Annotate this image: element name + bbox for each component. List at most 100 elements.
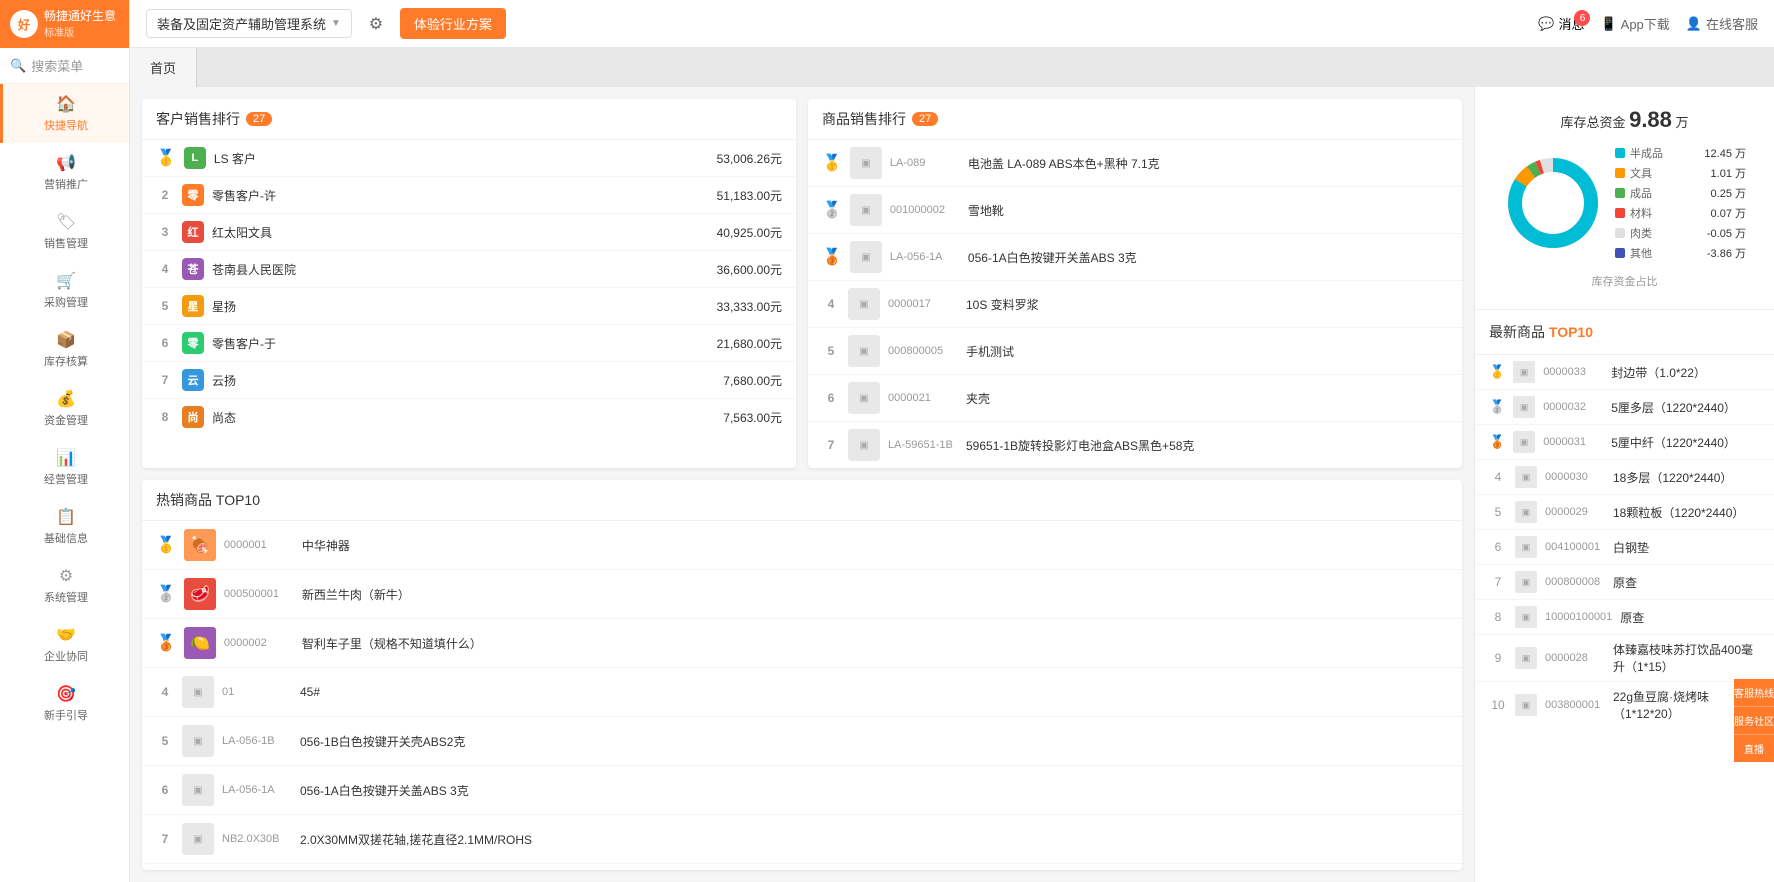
product-name: 电池盖 LA-089 ABS本色+黑种 7.1克 [968,155,1448,172]
product-name: 18颗粒板（1220*2440） [1613,504,1760,521]
rankings-row: 客户销售排行 27 🥇 L LS 客户 53,006.26元 2 零 零售客户-… [142,99,1462,468]
rank-number: 2 [156,188,174,202]
online-service-button[interactable]: 👤 在线客服 [1686,14,1758,33]
medal-icon: 🥇 [822,153,842,173]
hot-product-row: 5 ▣ LA-056-1B 056-1B白色按键开关壳ABS2克 [142,717,1462,766]
product-name: 5厘中纤（1220*2440） [1611,434,1760,451]
product-code: 0000030 [1545,471,1605,483]
product-ranking-table: 🥇 ▣ LA-089 电池盖 LA-089 ABS本色+黑种 7.1克 🥈 ▣ … [808,140,1462,468]
product-code: 0000029 [1545,506,1605,518]
hot-product-row: 🥉 🍋 0000002 智利车子里（规格不知道填什么） [142,619,1462,668]
notification-button[interactable]: 💬 消息 6 [1538,14,1584,33]
sidebar-logo: 好 畅捷通好生意 标准版 [0,0,129,48]
inventory-section: 库存总资金 9.88 万 [1475,87,1774,310]
right-panel: 库存总资金 9.88 万 [1474,87,1774,882]
logo-text: 畅捷通好生意 标准版 [44,9,116,40]
float-button[interactable]: 服务社区 [1734,707,1774,735]
legend-color [1615,228,1625,238]
customer-ranking-row: 3 红 红太阳文具 40,925.00元 [142,214,796,251]
product-code: LA-59651-1B [888,439,958,451]
left-panel: 客户销售排行 27 🥇 L LS 客户 53,006.26元 2 零 零售客户-… [130,87,1474,882]
customer-ranking-header: 客户销售排行 27 [142,99,796,140]
product-name: 雪地靴 [968,202,1448,219]
legend-item: 其他 -3.86 万 [1615,245,1746,261]
system-title: 装备及固定资产辅助管理系统 [157,14,326,33]
product-name: 45# [300,685,1448,699]
app-download-label: App下载 [1621,14,1670,33]
float-button[interactable]: 客服热线 [1734,679,1774,707]
topbar: 装备及固定资产辅助管理系统 ▼ ⚙ 体验行业方案 💬 消息 6 📱 App下载 … [130,0,1774,48]
sidebar-item-sales[interactable]: 🏷 销售管理 [0,202,129,261]
product-code: LA-056-1A [890,251,960,263]
customer-name: 星扬 [212,298,709,315]
new-products-list: 🥇 ▣ 0000033 封边带（1.0*22） 🥈 ▣ 0000032 5厘多层… [1475,355,1774,728]
sidebar-item-purchase[interactable]: 🛒 采购管理 [0,261,129,320]
rank-number: 4 [156,685,174,699]
notification-badge: 6 [1574,10,1590,26]
customer-name: 零售客户-于 [212,335,709,352]
product-code: NB2.0X30B [222,833,292,845]
sidebar-item-operation[interactable]: 📊 经营管理 [0,438,129,497]
float-button[interactable]: 直播 [1734,735,1774,762]
new-product-row: 10 ▣ 003800001 22g鱼豆腐·烧烤味（1*12*20） [1475,682,1774,728]
service-icon: 👤 [1686,16,1702,32]
product-code: 003800001 [1545,699,1605,711]
rank-number: 6 [822,391,840,405]
product-img: ▣ [848,429,880,461]
sidebar-item-coop[interactable]: 🤝 企业协同 [0,615,129,674]
new-products-badge: TOP10 [1549,324,1593,340]
product-name: 18多层（1220*2440） [1613,469,1760,486]
product-name: 手机测试 [966,343,1448,360]
product-image: ▣ [182,676,214,708]
new-product-row: 6 ▣ 004100001 白钢垫 [1475,530,1774,565]
legend-item: 材料 0.07 万 [1615,205,1746,221]
medal-icon: 🥈 [822,200,842,220]
system-select[interactable]: 装备及固定资产辅助管理系统 ▼ [146,9,352,38]
sidebar-item-quicknav[interactable]: 🏠 快捷导航 [0,84,129,143]
product-code: 0000032 [1543,401,1603,413]
customer-ranking-row: 6 零 零售客户-于 21,680.00元 [142,325,796,362]
product-image: ▣ [1515,466,1537,488]
sidebar-item-system[interactable]: ⚙ 系统管理 [0,556,129,615]
customer-ranking-title: 客户销售排行 [156,109,240,129]
product-image: ▣ [1515,647,1537,669]
purchase-label: 采购管理 [44,294,88,310]
customer-amount: 7,563.00元 [723,409,782,426]
sidebar-search[interactable]: 🔍 搜索菜单 [0,48,129,84]
customer-ranking-row: 2 零 零售客户-许 51,183.00元 [142,177,796,214]
product-ranking-card: 商品销售排行 27 🥇 ▣ LA-089 电池盖 LA-089 ABS本色+黑种… [808,99,1462,468]
product-code: 0000033 [1543,366,1603,378]
product-name: 056-1B白色按键开关壳ABS2克 [300,733,1448,750]
app-badge: 标准版 [44,24,116,39]
sidebar-item-finance[interactable]: 💰 资金管理 [0,379,129,438]
tab-home[interactable]: 首页 [130,48,197,87]
product-name: 新西兰牛肉（新牛） [302,586,1448,603]
rank-number: 8 [156,410,174,424]
rank-number: 10 [1489,698,1507,712]
product-name: 封边带（1.0*22） [1611,364,1760,381]
hot-product-row: 🥇 🍖 0000001 中华神器 [142,521,1462,570]
sidebar-item-basic[interactable]: 📋 基础信息 [0,497,129,556]
new-products-title: 最新商品 TOP10 [1489,322,1760,342]
product-img: ▣ [850,147,882,179]
medal-icon: 🥉 [822,247,842,267]
sidebar-item-guide[interactable]: 🎯 新手引导 [0,674,129,733]
rank-number: 6 [156,783,174,797]
product-image: ▣ [182,725,214,757]
product-code: 0000002 [224,637,294,649]
legend-name: 肉类 [1630,225,1686,241]
legend-item: 成品 0.25 万 [1615,185,1746,201]
customer-name: 云扬 [212,372,715,389]
new-products-section: 最新商品 TOP10 [1475,310,1774,355]
product-name: 056-1A白色按键开关盖ABS 3克 [300,782,1448,799]
settings-button[interactable]: ⚙ [362,10,390,38]
product-name: 白钢垫 [1613,539,1760,556]
trial-button[interactable]: 体验行业方案 [400,8,506,39]
app-download-button[interactable]: 📱 App下载 [1600,14,1669,33]
rank-badge: 星 [182,295,204,317]
sidebar-item-marketing[interactable]: 📢 营销推广 [0,143,129,202]
sidebar-item-inventory[interactable]: 📦 库存核算 [0,320,129,379]
product-image: ▣ [1515,536,1537,558]
rank-number: 5 [822,344,840,358]
rank-number: 4 [1489,470,1507,484]
